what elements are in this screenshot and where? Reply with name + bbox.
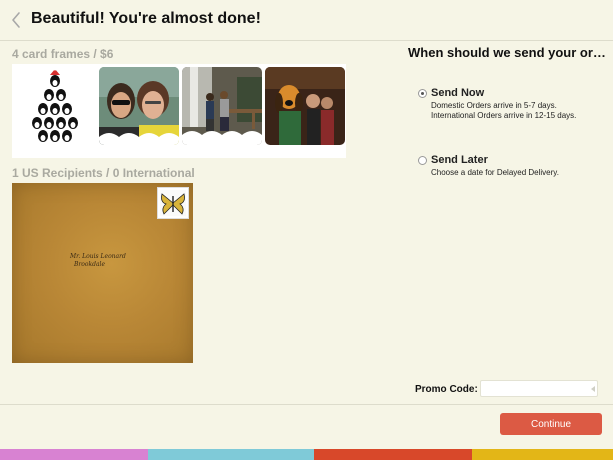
- butterfly-stamp-icon: [157, 187, 189, 219]
- send-later-radio[interactable]: [418, 156, 427, 165]
- page-title: Beautiful! You're almost done!: [31, 10, 261, 27]
- back-button[interactable]: [8, 10, 26, 30]
- waterfall-photo: [182, 67, 262, 145]
- card-frames-strip: [12, 64, 346, 158]
- card-frame[interactable]: [99, 67, 179, 145]
- send-now-label[interactable]: Send Now: [431, 87, 484, 99]
- envelope-address-line1: Mr. Louis Leonard: [70, 253, 126, 260]
- recipients-label: 1 US Recipients / 0 International: [12, 166, 195, 180]
- color-stripe: [148, 449, 314, 460]
- send-now-desc-international: International Orders arrive in 12-15 day…: [431, 111, 577, 120]
- promo-code-input[interactable]: [480, 380, 598, 397]
- send-later-label[interactable]: Send Later: [431, 154, 488, 166]
- card-frame[interactable]: [265, 67, 345, 145]
- send-now-desc-domestic: Domestic Orders arrive in 5-7 days.: [431, 101, 557, 110]
- chevron-left-icon: [12, 12, 20, 28]
- character-photo: [265, 67, 345, 145]
- card-frame[interactable]: [15, 67, 95, 145]
- continue-button[interactable]: Continue: [500, 413, 602, 435]
- card-frame[interactable]: [182, 67, 262, 145]
- promo-code-label: Promo Code:: [415, 384, 478, 395]
- color-stripe: [0, 449, 148, 460]
- penguin-tree-illustration: [32, 67, 78, 142]
- color-stripe: [314, 449, 472, 460]
- card-frames-label: 4 card frames / $6: [12, 47, 114, 61]
- top-bar: Beautiful! You're almost done!: [0, 0, 613, 41]
- delivery-heading: When should we send your ord...: [408, 45, 608, 60]
- footer-divider: [0, 404, 613, 405]
- send-later-desc: Choose a date for Delayed Delivery.: [431, 168, 559, 177]
- send-now-radio[interactable]: [418, 89, 427, 98]
- color-stripe: [472, 449, 613, 460]
- envelope-address-line2: Brookdale: [74, 261, 106, 268]
- envelope-preview: Mr. Louis Leonard Brookdale: [12, 183, 193, 363]
- caret-left-icon: [591, 386, 595, 392]
- selfie-photo: [99, 67, 179, 145]
